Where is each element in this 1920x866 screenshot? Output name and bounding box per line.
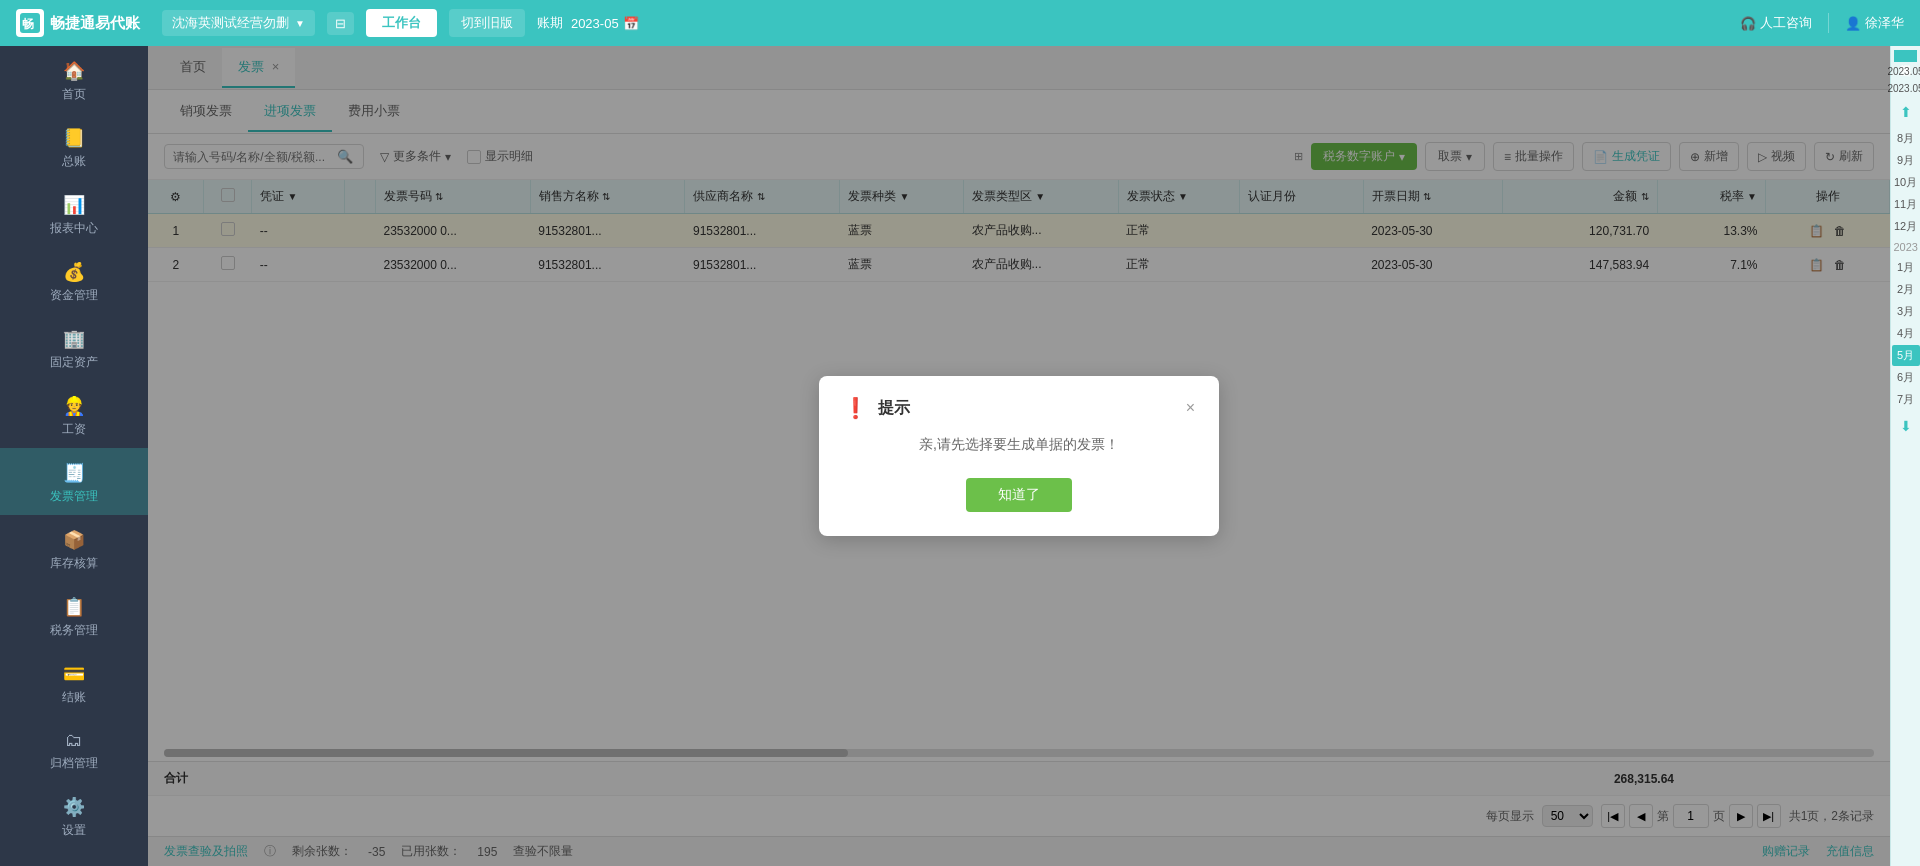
user-menu[interactable]: 👤 徐泽华 [1845, 14, 1904, 32]
period-label: 账期 [537, 14, 563, 32]
panel-arrows-bottom: ⬇ [1896, 416, 1916, 436]
scroll-down-icon[interactable]: ⬇ [1896, 416, 1916, 436]
dialog-overlay: ❗ 提示 × 亲,请先选择要生成单据的发票！ 知道了 [148, 46, 1890, 866]
sidebar-label-home: 首页 [62, 86, 86, 103]
user-label: 徐泽华 [1865, 14, 1904, 32]
period-month-item[interactable]: 6月 [1892, 367, 1920, 388]
ledger-icon: 📒 [63, 127, 85, 149]
sidebar: 🏠 首页 📒 总账 📊 报表中心 💰 资金管理 🏢 固定资产 👷 工资 🧾 发票… [0, 46, 148, 866]
inventory-icon: 📦 [63, 529, 85, 551]
period-header-1: 2023.05 [1887, 64, 1920, 79]
headset-icon: 🎧 [1740, 16, 1756, 31]
logo-icon: 畅 [16, 9, 44, 37]
company-arrow-icon: ▼ [295, 18, 305, 29]
period-month-item[interactable]: 11月 [1892, 194, 1920, 215]
copy-button[interactable]: ⊟ [327, 12, 354, 35]
period-month-item[interactable]: 8月 [1892, 128, 1920, 149]
sidebar-label-reports: 报表中心 [50, 220, 98, 237]
period-month-item[interactable]: 7月 [1892, 389, 1920, 410]
right-panel: 账期选择 2023.05 2023.05 ⬆ 8月9月10月11月12月2023… [1890, 46, 1920, 866]
user-icon: 👤 [1845, 16, 1861, 31]
switch-version-button[interactable]: 切到旧版 [449, 9, 525, 37]
sidebar-label-payroll: 工资 [62, 421, 86, 438]
dialog-warning-icon: ❗ [843, 396, 868, 420]
app-logo: 畅 畅捷通易代账 [16, 9, 140, 37]
top-bar-right: 🎧 人工咨询 👤 徐泽华 [1740, 13, 1904, 33]
period-month-item[interactable]: 2月 [1892, 279, 1920, 300]
sidebar-item-reports[interactable]: 📊 报表中心 [0, 180, 148, 247]
period-header-2: 2023.05 [1887, 81, 1920, 96]
period-month-item[interactable]: 1月 [1892, 257, 1920, 278]
company-selector[interactable]: 沈海英测试经营勿删 ▼ [162, 10, 315, 36]
workspace-button[interactable]: 工作台 [366, 9, 437, 37]
assets-icon: 🏢 [63, 328, 85, 350]
reports-icon: 📊 [63, 194, 85, 216]
sidebar-label-assets: 固定资产 [50, 354, 98, 371]
dialog-message: 亲,请先选择要生成单据的发票！ [919, 436, 1119, 452]
calendar-icon[interactable]: 📅 [623, 16, 639, 31]
sidebar-item-tax[interactable]: 📋 税务管理 [0, 582, 148, 649]
sidebar-item-home[interactable]: 🏠 首页 [0, 46, 148, 113]
top-bar: 畅 畅捷通易代账 沈海英测试经营勿删 ▼ ⊟ 工作台 切到旧版 账期 2023-… [0, 0, 1920, 46]
funds-icon: 💰 [63, 261, 85, 283]
period-month-item[interactable]: 4月 [1892, 323, 1920, 344]
sidebar-item-invoice[interactable]: 🧾 发票管理 [0, 448, 148, 515]
sidebar-label-funds: 资金管理 [50, 287, 98, 304]
app-name: 畅捷通易代账 [50, 14, 140, 33]
archive-icon: 🗂 [65, 730, 83, 751]
tax-icon: 📋 [63, 596, 85, 618]
sidebar-item-settings[interactable]: ⚙️ 设置 [0, 782, 148, 849]
period-month-item[interactable]: 9月 [1892, 150, 1920, 171]
invoice-icon: 🧾 [63, 462, 85, 484]
sidebar-item-settle[interactable]: 💳 结账 [0, 649, 148, 716]
main-area: 首页 发票 × 销项发票 进项发票 费用小票 [148, 46, 1890, 866]
sidebar-item-archive[interactable]: 🗂 归档管理 [0, 716, 148, 782]
period-month-item[interactable]: 5月 [1892, 345, 1920, 366]
panel-arrows: ⬆ [1896, 102, 1916, 122]
sidebar-item-funds[interactable]: 💰 资金管理 [0, 247, 148, 314]
sidebar-item-assets[interactable]: 🏢 固定资产 [0, 314, 148, 381]
sidebar-item-ledger[interactable]: 📒 总账 [0, 113, 148, 180]
period-info: 账期 2023-05 📅 [537, 14, 639, 32]
home-icon: 🏠 [63, 60, 85, 82]
sidebar-label-settle: 结账 [62, 689, 86, 706]
settle-icon: 💳 [63, 663, 85, 685]
dialog-title: 提示 [878, 398, 910, 419]
main-layout: 🏠 首页 📒 总账 📊 报表中心 💰 资金管理 🏢 固定资产 👷 工资 🧾 发票… [0, 46, 1920, 866]
scroll-up-icon[interactable]: ⬆ [1896, 102, 1916, 122]
period-month-item[interactable]: 3月 [1892, 301, 1920, 322]
sidebar-label-ledger: 总账 [62, 153, 86, 170]
sidebar-item-guide[interactable]: 📖 新手引导 [0, 849, 148, 866]
period-month-item[interactable]: 12月 [1892, 216, 1920, 237]
sidebar-item-inventory[interactable]: 📦 库存核算 [0, 515, 148, 582]
dialog-footer: 知道了 [819, 478, 1219, 536]
sidebar-label-inventory: 库存核算 [50, 555, 98, 572]
service-button[interactable]: 🎧 人工咨询 [1740, 14, 1812, 32]
service-label: 人工咨询 [1760, 14, 1812, 32]
dialog-close-button[interactable]: × [1186, 399, 1195, 417]
alert-dialog: ❗ 提示 × 亲,请先选择要生成单据的发票！ 知道了 [819, 376, 1219, 536]
sidebar-label-settings: 设置 [62, 822, 86, 839]
dialog-ok-button[interactable]: 知道了 [966, 478, 1072, 512]
period-list: 8月9月10月11月12月20231月2月3月4月5月6月7月 [1892, 128, 1920, 410]
dialog-body: 亲,请先选择要生成单据的发票！ [819, 432, 1219, 478]
sidebar-label-invoice: 发票管理 [50, 488, 98, 505]
svg-text:畅: 畅 [22, 17, 34, 31]
period-value: 2023-05 [571, 16, 619, 31]
company-name: 沈海英测试经营勿删 [172, 14, 289, 32]
sidebar-label-archive: 归档管理 [50, 755, 98, 772]
sidebar-label-tax: 税务管理 [50, 622, 98, 639]
payroll-icon: 👷 [63, 395, 85, 417]
settings-icon: ⚙️ [63, 796, 85, 818]
period-month-item[interactable]: 2023 [1892, 238, 1920, 256]
sidebar-item-payroll[interactable]: 👷 工资 [0, 381, 148, 448]
period-toggle[interactable]: 账期选择 [1894, 50, 1917, 62]
period-month-item[interactable]: 10月 [1892, 172, 1920, 193]
dialog-header: ❗ 提示 × [819, 376, 1219, 432]
